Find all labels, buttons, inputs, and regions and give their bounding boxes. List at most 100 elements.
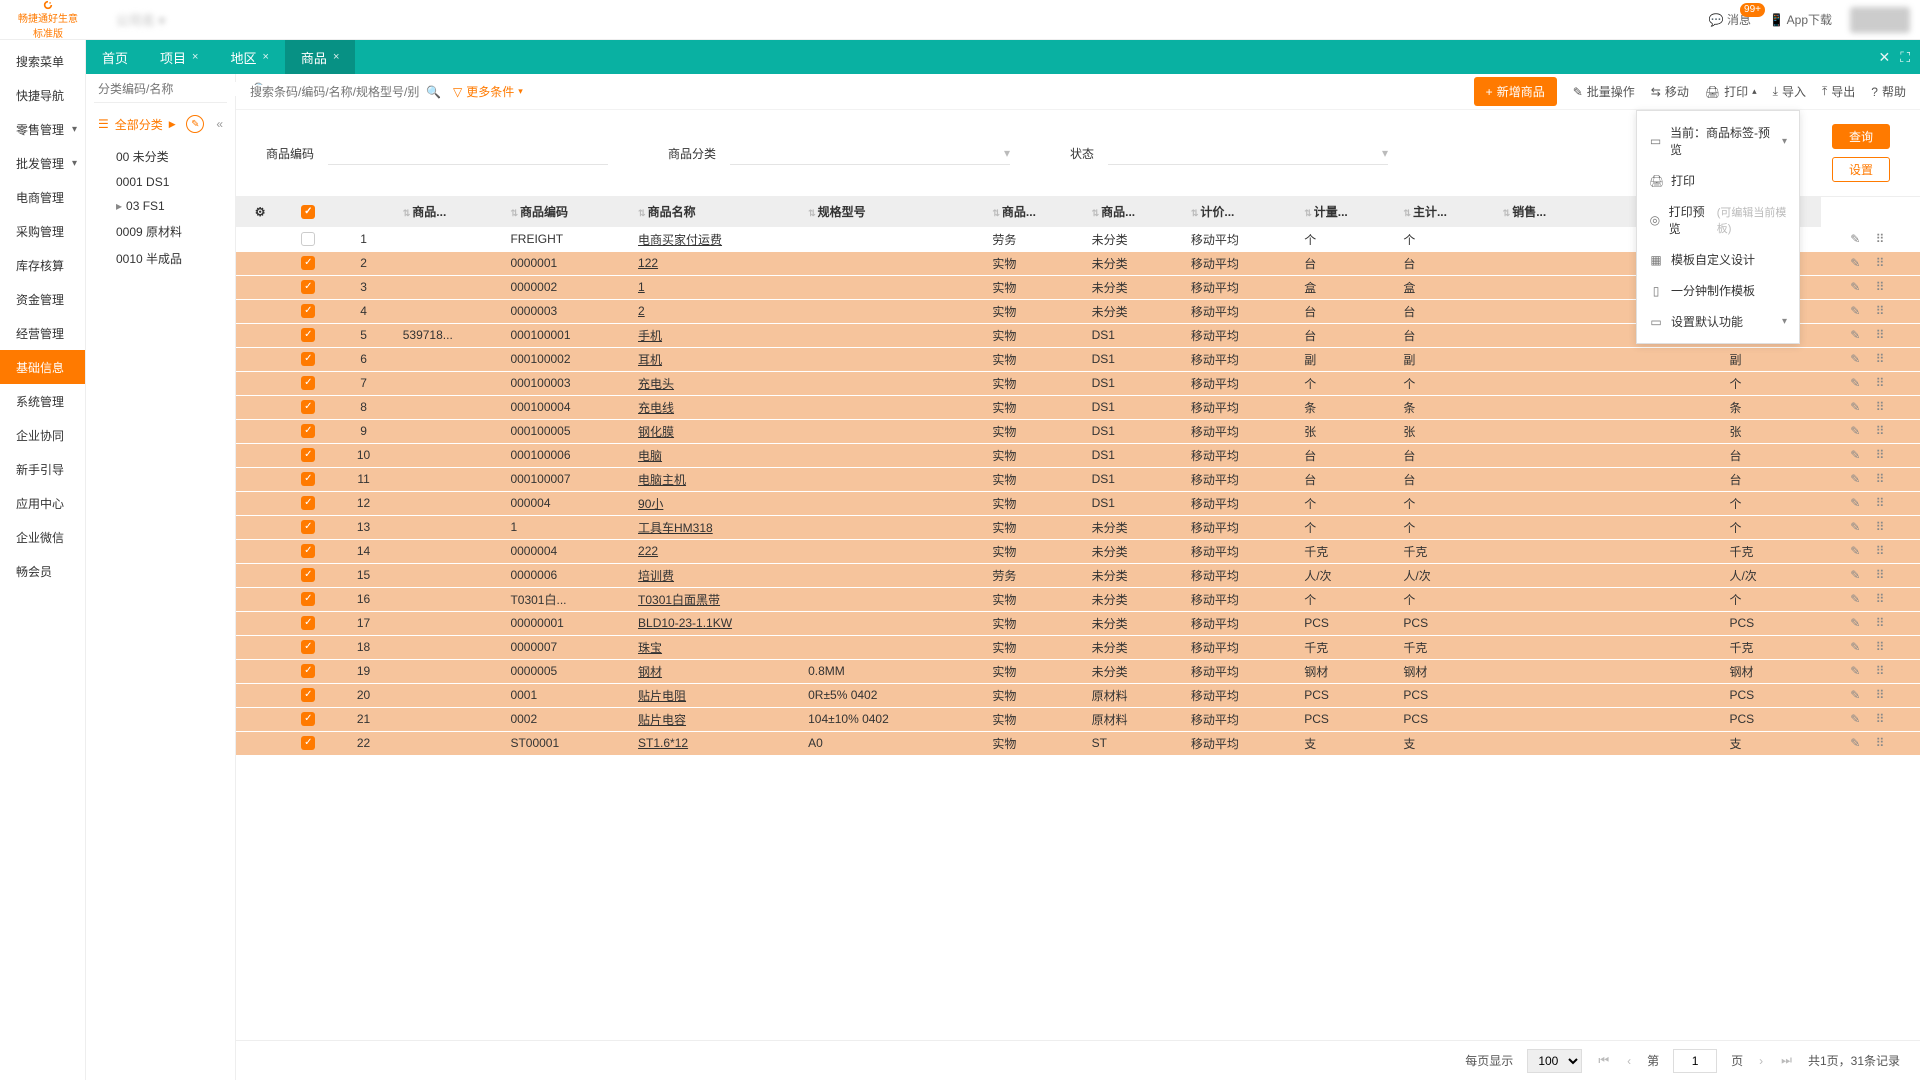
row-checkbox[interactable] [284,443,332,467]
row-checkbox[interactable] [284,371,332,395]
more-icon[interactable]: ⠿ [1876,664,1891,678]
cell-name[interactable]: T0301白面黑带 [630,587,800,611]
edit-icon[interactable]: ✎ [1850,640,1866,654]
add-product-button[interactable]: + 新增商品 [1474,77,1557,106]
per-page-select[interactable]: 100 [1527,1049,1582,1073]
cell-name[interactable]: 贴片电容 [630,707,800,731]
row-checkbox[interactable] [284,587,332,611]
cell-name[interactable]: 90小 [630,491,800,515]
cell-name[interactable]: 手机 [630,323,800,347]
quick-template-action[interactable]: ▯一分钟制作模板 [1637,275,1799,306]
column-header-8[interactable]: ⇅主计... [1395,197,1494,227]
row-checkbox[interactable] [284,611,332,635]
column-header-2[interactable]: ⇅商品名称 [630,197,800,227]
edit-icon[interactable]: ✎ [1850,376,1866,390]
edit-icon[interactable]: ✎ [1850,688,1866,702]
category-item-3[interactable]: 0009 原材料 [94,218,227,245]
more-icon[interactable]: ⠿ [1876,568,1891,582]
edit-icon[interactable]: ✎ [186,115,204,133]
edit-icon[interactable]: ✎ [1850,544,1866,558]
cell-name[interactable]: 电商买家付运费 [630,227,800,251]
row-checkbox[interactable] [284,227,332,251]
cell-name[interactable]: 1 [630,275,800,299]
more-icon[interactable]: ⠿ [1876,712,1891,726]
table-row[interactable]: 9000100005钢化膜实物DS1移动平均张张张✎ ⠿ [236,419,1920,443]
row-checkbox[interactable] [284,275,332,299]
more-icon[interactable]: ⠿ [1876,256,1891,270]
more-icon[interactable]: ⠿ [1876,304,1891,318]
edit-icon[interactable]: ✎ [1850,448,1866,462]
sidebar-item-2[interactable]: 零售管理▾ [0,112,85,146]
category-search-input[interactable] [98,82,253,96]
edit-icon[interactable]: ✎ [1850,256,1866,270]
sidebar-item-12[interactable]: 新手引导 [0,452,85,486]
sidebar-item-7[interactable]: 资金管理 [0,282,85,316]
more-icon[interactable]: ⠿ [1876,424,1891,438]
sidebar-item-4[interactable]: 电商管理 [0,180,85,214]
all-categories[interactable]: ☰ 全部分类 ▶ ✎ « [94,111,227,137]
more-icon[interactable]: ⠿ [1876,352,1891,366]
edit-icon[interactable]: ✎ [1850,232,1866,246]
sidebar-item-3[interactable]: 批发管理▾ [0,146,85,180]
table-row[interactable]: 131工具车HM318实物未分类移动平均个个个✎ ⠿ [236,515,1920,539]
table-row[interactable]: 1200000490小实物DS1移动平均个个个✎ ⠿ [236,491,1920,515]
filter-category-field[interactable]: ▾ [730,141,1010,165]
edit-icon[interactable]: ✎ [1850,736,1866,750]
cell-name[interactable]: 贴片电阻 [630,683,800,707]
app-download-button[interactable]: 📱 App下载 [1769,11,1832,28]
category-item-2[interactable]: 03 FS1 [94,194,227,218]
collapse-icon[interactable]: « [216,117,223,131]
more-icon[interactable]: ⠿ [1876,496,1891,510]
prev-page[interactable]: ‹ [1625,1054,1633,1068]
row-checkbox[interactable] [284,491,332,515]
more-filters-button[interactable]: ▽ 更多条件 ▾ [453,83,523,100]
cell-name[interactable]: ST1.6*12 [630,731,800,755]
table-row[interactable]: 140000004222实物未分类移动平均千克千克千克✎ ⠿ [236,539,1920,563]
print-button[interactable]: 🖨打印▴ [1705,83,1757,100]
user-avatar[interactable] [1850,7,1910,33]
move-button[interactable]: ⇆移动 [1651,83,1689,100]
more-icon[interactable]: ⠿ [1876,640,1891,654]
more-icon[interactable]: ⠿ [1876,328,1891,342]
row-checkbox[interactable] [284,707,332,731]
column-header-7[interactable]: ⇅计量... [1296,197,1395,227]
row-checkbox[interactable] [284,467,332,491]
row-checkbox[interactable] [284,683,332,707]
help-button[interactable]: ?帮助 [1871,83,1906,100]
filter-code-field[interactable] [328,141,608,165]
close-icon[interactable]: × [192,51,198,63]
table-row[interactable]: 200001贴片电阻0R±5% 0402实物原材料移动平均PCSPCSPCS✎ … [236,683,1920,707]
edit-icon[interactable]: ✎ [1850,520,1866,534]
select-all-checkbox[interactable] [284,197,332,227]
table-row[interactable]: 190000005钢材0.8MM实物未分类移动平均钢材钢材钢材✎ ⠿ [236,659,1920,683]
sidebar-item-11[interactable]: 企业协同 [0,418,85,452]
edit-icon[interactable]: ✎ [1850,496,1866,510]
batch-op-button[interactable]: ✎批量操作 [1573,83,1635,100]
sidebar-item-6[interactable]: 库存核算 [0,248,85,282]
cell-name[interactable]: 电脑主机 [630,467,800,491]
cell-name[interactable]: 工具车HM318 [630,515,800,539]
column-header-3[interactable]: ⇅规格型号 [800,197,984,227]
cell-name[interactable]: 2 [630,299,800,323]
row-checkbox[interactable] [284,395,332,419]
more-icon[interactable]: ⠿ [1876,688,1891,702]
table-row[interactable]: 7000100003充电头实物DS1移动平均个个个✎ ⠿ [236,371,1920,395]
filter-status-field[interactable]: ▾ [1108,141,1388,165]
sidebar-item-15[interactable]: 畅会员 [0,554,85,588]
table-row[interactable]: 6000100002耳机实物DS1移动平均副副副✎ ⠿ [236,347,1920,371]
cell-name[interactable]: 222 [630,539,800,563]
last-page[interactable]: ⏭ [1779,1053,1794,1068]
column-header-6[interactable]: ⇅计价... [1183,197,1296,227]
print-current-template[interactable]: ▭当前：商品标签-预览▾ [1637,117,1799,165]
table-row[interactable]: 16T0301白...T0301白面黑带实物未分类移动平均个个个✎ ⠿ [236,587,1920,611]
org-selector[interactable]: 公司名 ▾ [116,10,165,29]
column-header-4[interactable]: ⇅商品... [984,197,1083,227]
row-checkbox[interactable] [284,299,332,323]
more-icon[interactable]: ⠿ [1876,520,1891,534]
messages-button[interactable]: 💬 消息 99+ [1709,11,1751,28]
table-row[interactable]: 210002贴片电容104±10% 0402实物原材料移动平均PCSPCSPCS… [236,707,1920,731]
cell-name[interactable]: 钢化膜 [630,419,800,443]
sidebar-item-1[interactable]: 快捷导航 [0,78,85,112]
row-checkbox[interactable] [284,515,332,539]
more-icon[interactable]: ⠿ [1876,472,1891,486]
